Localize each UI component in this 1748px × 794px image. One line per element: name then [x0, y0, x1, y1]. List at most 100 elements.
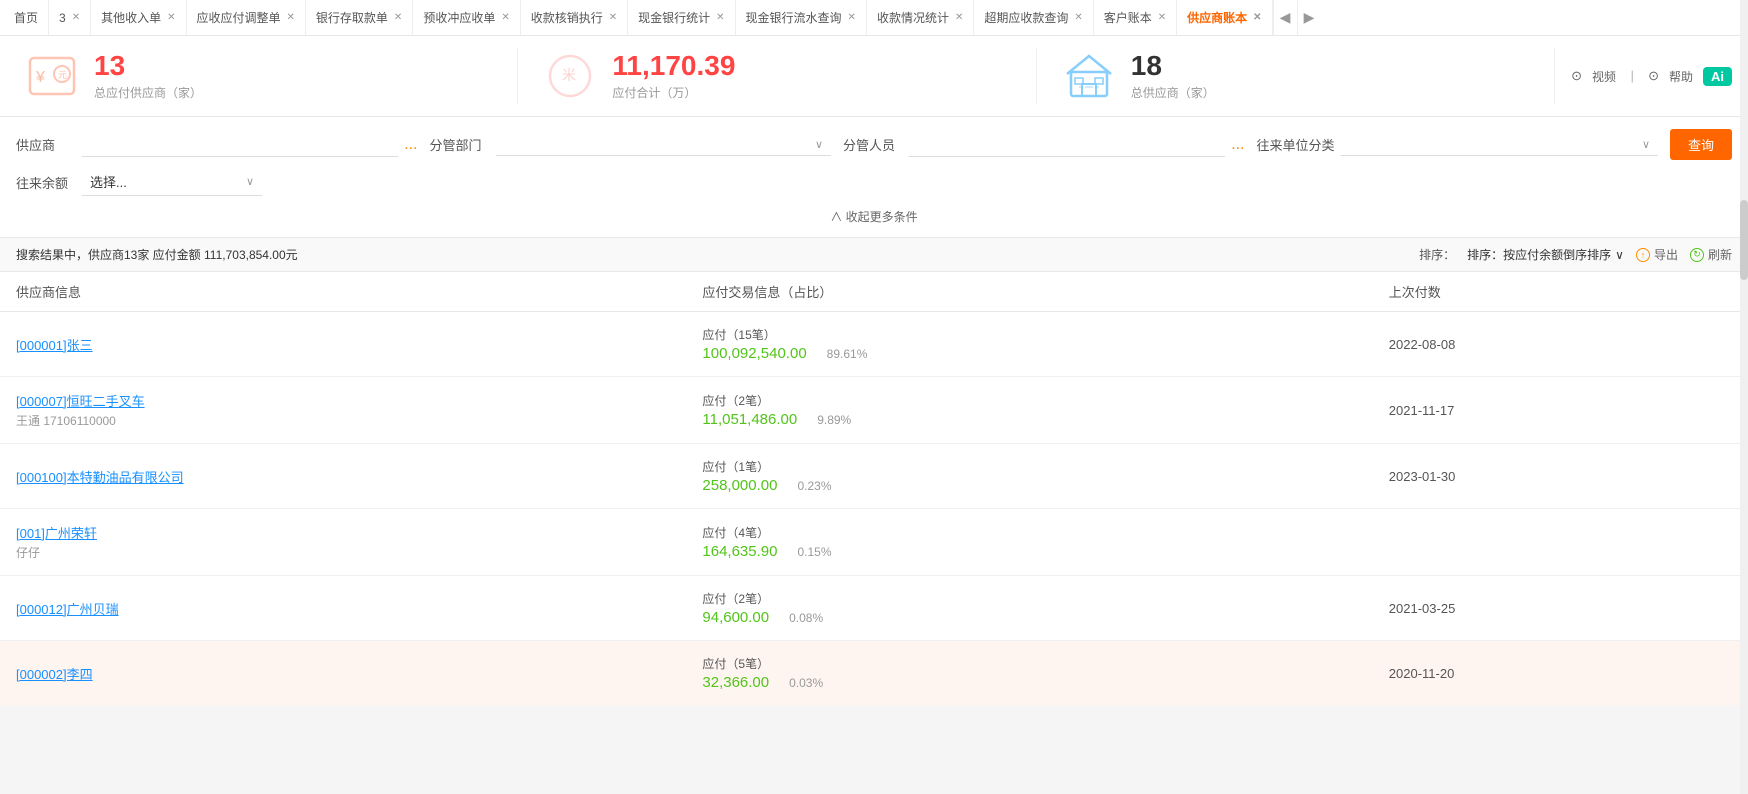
category-select[interactable]: ∨: [1341, 134, 1658, 156]
supplier-name-4[interactable]: [000012]广州贝瑞: [16, 599, 702, 618]
person-dots[interactable]: ...: [1231, 136, 1244, 154]
close-receipt-verify[interactable]: ✕: [609, 12, 617, 23]
stat1-value: 13: [94, 51, 202, 82]
stat-total-suppliers-payable: ¥ 元 13 总应付供应商（家）: [0, 48, 518, 104]
balance-label: 往来余额: [16, 173, 76, 192]
col-header-supplier: 供应商信息: [16, 282, 702, 301]
trade-cell-1: 应付（2笔） 11,051,486.00 9.89%: [702, 392, 1388, 428]
table-row: [000012]广州贝瑞 应付（2笔） 94,600.00 0.08% 2021…: [0, 576, 1748, 641]
supplier-cell-3: [001]广州荣轩 仔仔: [16, 523, 702, 561]
close-ar-ap-adjust[interactable]: ✕: [287, 12, 295, 23]
filter-row-2: 往来余额 选择... ∨: [16, 168, 1732, 196]
video-icon: ⊙: [1571, 68, 1582, 84]
balance-select[interactable]: 选择... ∨: [82, 168, 262, 196]
lastpay-cell-5: 2020-11-20: [1389, 666, 1732, 681]
supplier-cell-5: [000002]李四: [16, 664, 702, 683]
balance-dropdown-arrow: ∨: [246, 175, 254, 188]
close-cash-bank-flow[interactable]: ✕: [848, 12, 856, 23]
collapse-bar[interactable]: ∧ 收起更多条件: [16, 204, 1732, 229]
table-body: [000001]张三 应付（15笔） 100,092,540.00 89.61%…: [0, 312, 1748, 705]
close-overdue-ar[interactable]: ✕: [1074, 12, 1082, 23]
filter-row-1: 供应商 ... 分管部门 ∨ 分管人员 ... 往来单位分类 ∨ 查询: [16, 129, 1732, 160]
trade-cell-3: 应付（4笔） 164,635.90 0.15%: [702, 524, 1388, 560]
lastpay-cell-2: 2023-01-30: [1389, 469, 1732, 484]
close-customer-ledger[interactable]: ✕: [1158, 12, 1166, 23]
nav-tab-supplier-ledger[interactable]: 供应商账本 ✕: [1177, 0, 1272, 36]
nav-tab-receipt-stat[interactable]: 收款情况统计 ✕: [867, 0, 974, 36]
nav-next-arrow[interactable]: ▶: [1297, 0, 1321, 36]
close-other-income[interactable]: ✕: [167, 12, 175, 23]
lastpay-cell-4: 2021-03-25: [1389, 601, 1732, 616]
nav-tab-customer-ledger[interactable]: 客户账本 ✕: [1094, 0, 1177, 36]
data-table: 供应商信息 应付交易信息（占比） 上次付数 [000001]张三 应付（15笔）…: [0, 272, 1748, 705]
close-receipt-stat[interactable]: ✕: [955, 12, 963, 23]
nav-tab-cash-bank-flow[interactable]: 现金银行流水查询 ✕: [736, 0, 867, 36]
supplier-dots[interactable]: ...: [404, 136, 417, 154]
nav-prev-arrow[interactable]: ◀: [1273, 0, 1297, 36]
supplier-name-3[interactable]: [001]广州荣轩: [16, 523, 702, 542]
close-cash-bank-stat[interactable]: ✕: [716, 12, 724, 23]
supplier-label: 供应商: [16, 135, 76, 154]
trade-label-0: 应付（15笔）: [702, 326, 1388, 343]
trade-percent-3: 0.15%: [797, 545, 831, 559]
result-bar: 搜索结果中，供应商13家 应付金额 111,703,854.00元 排序： 排序…: [0, 238, 1748, 272]
nav-tab-other-income[interactable]: 其他收入单 ✕: [91, 0, 186, 36]
close-tab-3[interactable]: ✕: [72, 12, 80, 23]
nav-tab-bank-deposit[interactable]: 银行存取款单 ✕: [306, 0, 413, 36]
lastpay-cell-1: 2021-11-17: [1389, 403, 1732, 418]
dept-select[interactable]: ∨: [496, 134, 832, 156]
supplier-name-1[interactable]: [000007]恒旺二手叉车: [16, 391, 702, 410]
supplier-input[interactable]: [82, 133, 398, 157]
refresh-button[interactable]: ↻ 刷新: [1690, 246, 1732, 263]
close-advance-ar[interactable]: ✕: [501, 12, 509, 23]
category-label: 往来单位分类: [1257, 135, 1335, 154]
close-supplier-ledger[interactable]: ✕: [1253, 12, 1261, 23]
nav-tab-ar-ap-adjust[interactable]: 应收应付调整单 ✕: [187, 0, 306, 36]
trade-label-2: 应付（1笔）: [702, 458, 1388, 475]
sort-label: 排序：: [1419, 246, 1455, 263]
table-row: [001]广州荣轩 仔仔 应付（4笔） 164,635.90 0.15%: [0, 509, 1748, 576]
trade-amount-3: 164,635.90: [702, 543, 777, 560]
person-input[interactable]: [909, 133, 1225, 157]
supplier-name-5[interactable]: [000002]李四: [16, 664, 702, 683]
nav-tab-overdue-ar[interactable]: 超期应收款查询 ✕: [974, 0, 1093, 36]
filter-dept: 分管部门 ∨: [430, 134, 832, 156]
nav-tab-3[interactable]: 3 ✕: [49, 0, 91, 36]
trade-label-5: 应付（5笔）: [702, 655, 1388, 672]
svg-text:米: 米: [562, 67, 576, 83]
trade-percent-5: 0.03%: [789, 676, 823, 690]
stat3-label: 总供应商（家）: [1131, 84, 1215, 101]
filter-person: 分管人员 ...: [843, 133, 1245, 157]
scrollbar-thumb[interactable]: [1740, 200, 1748, 280]
top-navigation: 首页 3 ✕ 其他收入单 ✕ 应收应付调整单 ✕ 银行存取款单 ✕ 预收冲应收单…: [0, 0, 1748, 36]
table-header: 供应商信息 应付交易信息（占比） 上次付数: [0, 272, 1748, 312]
nav-tab-receipt-verify[interactable]: 收款核销执行 ✕: [521, 0, 628, 36]
supplier-name-0[interactable]: [000001]张三: [16, 335, 702, 354]
person-label: 分管人员: [843, 135, 903, 154]
supplier-cell-1: [000007]恒旺二手叉车 王通 17106110000: [16, 391, 702, 429]
scrollbar-track[interactable]: [1740, 0, 1748, 794]
query-button[interactable]: 查询: [1670, 129, 1732, 160]
col-header-lastpay: 上次付数: [1389, 282, 1732, 301]
supplier-name-2[interactable]: [000100]本特勤油品有限公司: [16, 467, 702, 486]
nav-tab-advance-ar[interactable]: 预收冲应收单 ✕: [413, 0, 520, 36]
export-button[interactable]: ↑ 导出: [1636, 246, 1678, 263]
trade-amount-4: 94,600.00: [702, 609, 769, 626]
table-row: [000007]恒旺二手叉车 王通 17106110000 应付（2笔） 11,…: [0, 377, 1748, 444]
lastpay-cell-0: 2022-08-08: [1389, 337, 1732, 352]
help-link[interactable]: 帮助: [1669, 68, 1693, 85]
stats-right-links: ⊙ 视频 ｜ ⊙ 帮助 Ai: [1555, 67, 1748, 86]
category-dropdown-arrow: ∨: [1642, 138, 1650, 151]
close-bank-deposit[interactable]: ✕: [394, 12, 402, 23]
nav-tab-home[interactable]: 首页: [4, 0, 49, 36]
dept-dropdown-arrow: ∨: [815, 138, 823, 151]
video-link[interactable]: 视频: [1592, 68, 1616, 85]
trade-percent-0: 89.61%: [827, 347, 868, 361]
trade-label-4: 应付（2笔）: [702, 590, 1388, 607]
ai-badge[interactable]: Ai: [1703, 67, 1732, 86]
nav-tab-cash-bank-stat[interactable]: 现金银行统计 ✕: [628, 0, 735, 36]
trade-cell-5: 应付（5笔） 32,366.00 0.03%: [702, 655, 1388, 691]
sort-select[interactable]: 排序：按应付余额倒序排序 ∨: [1467, 246, 1624, 263]
supplier-sub-3: 仔仔: [16, 544, 702, 561]
table-row: [000100]本特勤油品有限公司 应付（1笔） 258,000.00 0.23…: [0, 444, 1748, 509]
